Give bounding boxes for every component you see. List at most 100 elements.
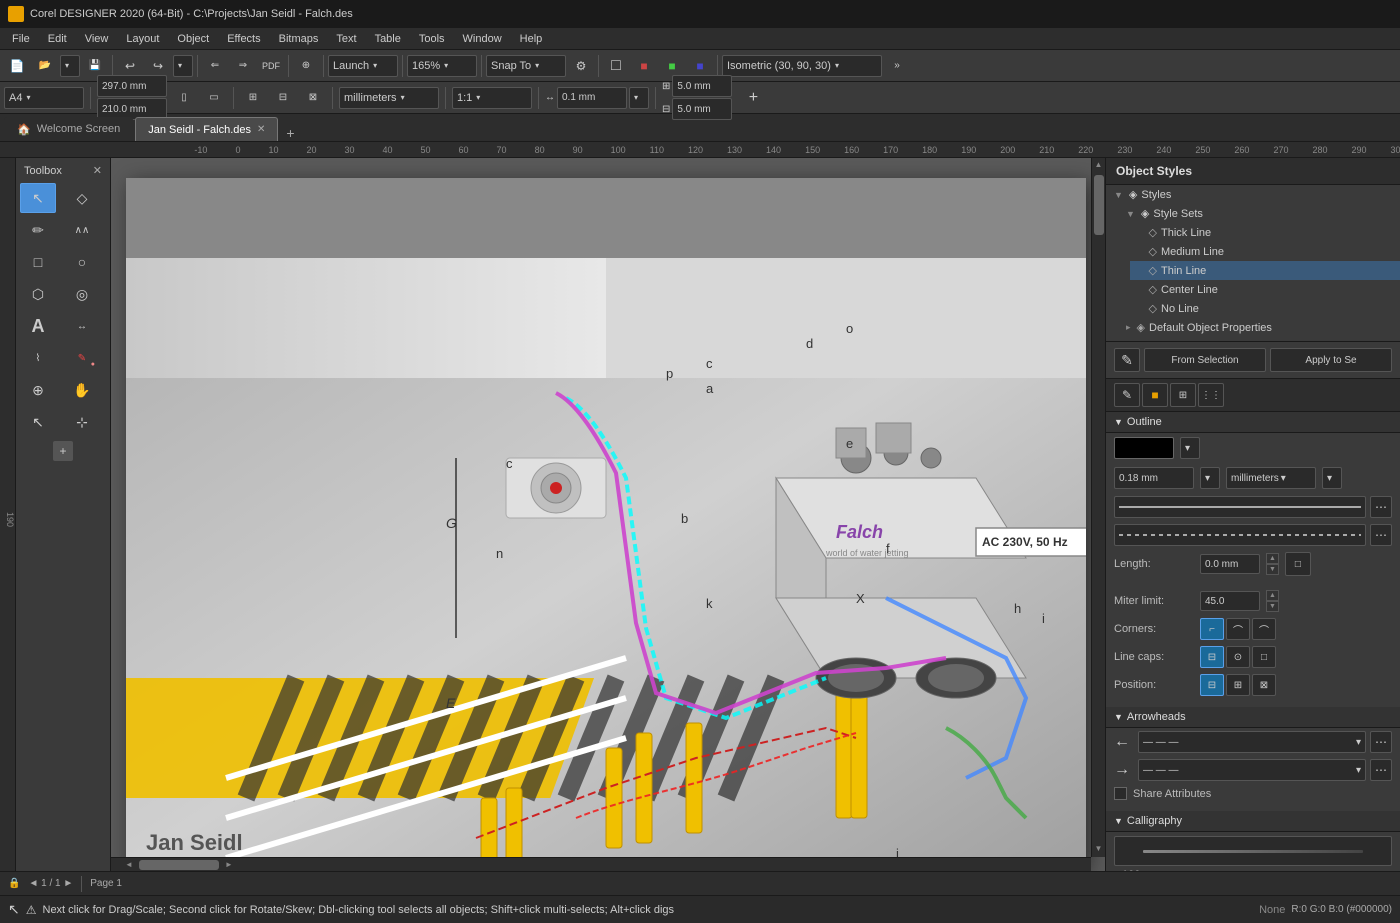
pos-outside-btn[interactable]: ⊠ — [1252, 674, 1276, 696]
tab-active[interactable]: Jan Seidl - Falch.des ✕ — [135, 117, 278, 141]
pointer2-tool-btn[interactable]: ⊹ — [64, 407, 100, 437]
undo-btn[interactable]: ↩ — [117, 54, 143, 78]
miter-value[interactable]: 45.0 — [1200, 591, 1260, 611]
page-layout2-btn[interactable]: ⊟ — [270, 86, 296, 110]
cap-square-btn[interactable]: □ — [1252, 646, 1276, 668]
select2-tool-btn[interactable]: ↖ — [20, 407, 56, 437]
undo-dropdown[interactable]: ▾ — [173, 55, 193, 77]
miter-spinner[interactable]: ▲ ▼ — [1266, 590, 1279, 612]
shape-tool-btn[interactable]: ◇ — [64, 183, 100, 213]
menu-tools[interactable]: Tools — [411, 31, 453, 47]
length-value[interactable]: 0.0 mm — [1200, 554, 1260, 574]
spiral-tool-btn[interactable]: ◎ — [64, 279, 100, 309]
scroll-up-btn[interactable]: ▲ — [1093, 158, 1105, 171]
open-dropdown[interactable]: ▾ — [60, 55, 80, 77]
nudge-dropdown[interactable]: ▾ — [629, 87, 649, 109]
nudge-input[interactable]: 0.1 mm — [557, 87, 627, 109]
pan-tool-btn[interactable]: ✋ — [64, 375, 100, 405]
export-btn[interactable]: ⇒ — [230, 54, 256, 78]
pos-inside-btn[interactable]: ⊞ — [1226, 674, 1250, 696]
line-preview-1[interactable] — [1114, 496, 1366, 518]
connector-tool-btn[interactable]: ⌇ — [20, 343, 56, 373]
snap-x-input[interactable]: 5.0 mm — [672, 75, 732, 97]
page-width-input[interactable]: 297.0 mm — [97, 75, 167, 97]
menu-edit[interactable]: Edit — [40, 31, 75, 47]
calligraphy-section-header[interactable]: ▼ Calligraphy — [1106, 811, 1400, 832]
line-preview-2[interactable] — [1114, 524, 1366, 546]
calligraphy-preview[interactable] — [1114, 836, 1392, 866]
menu-layout[interactable]: Layout — [118, 31, 167, 47]
page-size-dropdown[interactable]: A4 ▾ — [4, 87, 84, 109]
publish-btn[interactable]: ⊕ — [293, 54, 319, 78]
view-dropdown[interactable]: Isometric (30, 90, 30) ▾ — [722, 55, 882, 77]
expand-btn[interactable]: » — [884, 54, 910, 78]
snap-y-input[interactable]: 5.0 mm — [672, 98, 732, 120]
tree-no-line[interactable]: ▸ ◇ No Line — [1130, 299, 1400, 318]
new-btn[interactable]: 📄 — [4, 54, 30, 78]
open-btn[interactable]: 📂 — [32, 54, 58, 78]
scale-dropdown[interactable]: 1:1 ▾ — [452, 87, 532, 109]
outline-color-swatch[interactable] — [1114, 437, 1174, 459]
outline-width-input[interactable]: 0.18 mm — [1114, 467, 1194, 489]
v-scrollbar[interactable]: ▲ ▼ — [1091, 158, 1105, 857]
view-mode-1[interactable]: □ — [603, 54, 629, 78]
select-tool-btn[interactable]: ↖ — [20, 183, 56, 213]
share-attr-checkbox[interactable] — [1114, 787, 1127, 800]
arrowheads-section-header[interactable]: ▼ Arrowheads — [1106, 707, 1400, 728]
apply-to-selection-btn[interactable]: Apply to Se — [1270, 348, 1392, 372]
outline-width-dropdown[interactable]: ▾ — [1200, 467, 1220, 489]
import-btn[interactable]: ⇐ — [202, 54, 228, 78]
scroll-down-btn[interactable]: ▼ — [1093, 842, 1105, 855]
fill-icon[interactable]: ■ — [1142, 383, 1168, 407]
corner-miter-btn[interactable]: ⌐ — [1200, 618, 1224, 640]
length-spinner[interactable]: ▲ ▼ — [1266, 553, 1279, 575]
add-page-btn[interactable]: + — [740, 86, 766, 110]
toolbox-add-btn[interactable]: + — [53, 441, 73, 461]
ellipse-tool-btn[interactable]: ○ — [64, 247, 100, 277]
tree-style-sets[interactable]: ▼ ◈ Style Sets — [1118, 204, 1400, 223]
bleed-btn[interactable]: ⊠ — [300, 86, 326, 110]
eyedropper2-icon[interactable]: ✎ — [1114, 383, 1140, 407]
toolbox-close-icon[interactable]: ✕ — [93, 164, 102, 177]
arrow-end-options[interactable]: ⋯ — [1370, 759, 1392, 781]
arrow-start-dropdown[interactable]: — — — ▾ — [1138, 731, 1366, 753]
view-mode-3[interactable]: ■ — [659, 54, 685, 78]
menu-help[interactable]: Help — [512, 31, 551, 47]
tree-default-props[interactable]: ▸ ◈ Default Object Properties — [1118, 318, 1400, 337]
tree-thin-line[interactable]: ▸ ◇ Thin Line — [1130, 261, 1400, 280]
outline-units-dropdown[interactable]: millimeters ▾ — [1226, 467, 1316, 489]
pattern-icon[interactable]: ⊞ — [1170, 383, 1196, 407]
scroll-left-btn[interactable]: ◄ — [125, 860, 133, 869]
tree-thick-line[interactable]: ▸ ◇ Thick Line — [1130, 223, 1400, 242]
save-btn[interactable]: 💾 — [82, 54, 108, 78]
arrow-start-options[interactable]: ⋯ — [1370, 731, 1392, 753]
arrow-end-dropdown[interactable]: — — — ▾ — [1138, 759, 1366, 781]
menu-object[interactable]: Object — [169, 31, 217, 47]
scroll-thumb-v[interactable] — [1094, 175, 1104, 235]
polygon-tool-btn[interactable]: ⬡ — [20, 279, 56, 309]
menu-view[interactable]: View — [77, 31, 117, 47]
rect-tool-btn[interactable]: □ — [20, 247, 56, 277]
status-page-nav[interactable]: ◄ 1 / 1 ► — [28, 878, 73, 889]
tree-styles[interactable]: ▼ ◈ Styles — [1106, 185, 1400, 204]
length-down[interactable]: ▼ — [1266, 564, 1279, 575]
portrait-btn[interactable]: ▯ — [171, 86, 197, 110]
units-dropdown[interactable]: millimeters ▾ — [339, 87, 439, 109]
export-pdf-btn[interactable]: PDF — [258, 54, 284, 78]
tree-medium-line[interactable]: ▸ ◇ Medium Line — [1130, 242, 1400, 261]
outline-color-dropdown[interactable]: ▾ — [1180, 437, 1200, 459]
cap-round-btn[interactable]: ⊙ — [1226, 646, 1250, 668]
eyedropper-panel-icon[interactable]: ✎ — [1114, 348, 1140, 372]
snap-settings-btn[interactable]: ⚙ — [568, 54, 594, 78]
menu-bitmaps[interactable]: Bitmaps — [271, 31, 327, 47]
tab-add-btn[interactable]: + — [280, 125, 300, 141]
h-scrollbar[interactable]: ◄ ► — [111, 857, 1091, 871]
scroll-thumb-h[interactable] — [139, 860, 219, 870]
menu-table[interactable]: Table — [367, 31, 409, 47]
redo-btn[interactable]: ↪ — [145, 54, 171, 78]
length-lock-icon[interactable]: □ — [1285, 552, 1311, 576]
tab-home[interactable]: 🏠 Welcome Screen — [4, 117, 133, 141]
tree-center-line[interactable]: ▸ ◇ Center Line — [1130, 280, 1400, 299]
menu-effects[interactable]: Effects — [219, 31, 268, 47]
canvas-area[interactable]: Falch world of water jetting — [111, 158, 1105, 871]
